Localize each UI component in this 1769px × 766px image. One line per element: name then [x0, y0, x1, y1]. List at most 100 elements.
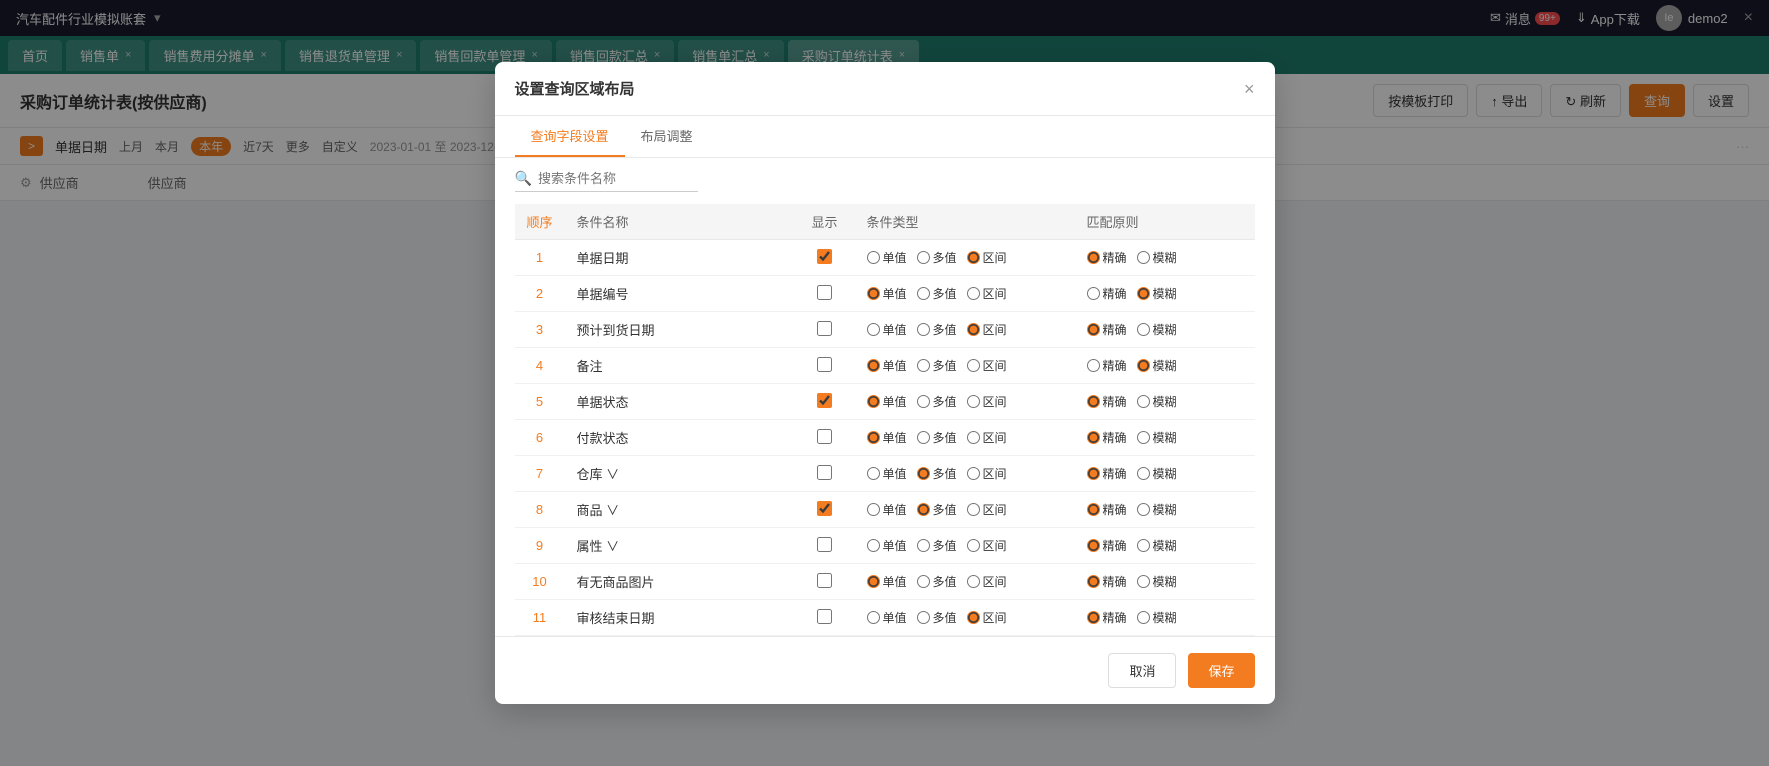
- show-checkbox[interactable]: [817, 357, 832, 372]
- radio-match-fuzzy[interactable]: 模糊: [1137, 465, 1177, 482]
- radio-match-exact[interactable]: 精确: [1087, 465, 1127, 482]
- radio-type-single[interactable]: 单值: [867, 573, 907, 590]
- radio-type-range[interactable]: 区间: [967, 285, 1007, 302]
- row-name: 商品 ∨: [565, 492, 795, 528]
- radio-type-range[interactable]: 区间: [967, 429, 1007, 446]
- show-checkbox[interactable]: [817, 285, 832, 300]
- row-type: 单值多值区间: [855, 384, 1075, 420]
- header-match: 匹配原则: [1075, 204, 1255, 240]
- row-show[interactable]: [795, 312, 855, 348]
- row-show[interactable]: [795, 600, 855, 636]
- row-show[interactable]: [795, 420, 855, 456]
- show-checkbox[interactable]: [817, 321, 832, 336]
- radio-match-fuzzy[interactable]: 模糊: [1137, 393, 1177, 410]
- row-show[interactable]: [795, 276, 855, 312]
- radio-type-multi[interactable]: 多值: [917, 285, 957, 302]
- row-show[interactable]: [795, 240, 855, 276]
- row-show[interactable]: [795, 348, 855, 384]
- radio-type-multi[interactable]: 多值: [917, 573, 957, 590]
- radio-match-exact[interactable]: 精确: [1087, 393, 1127, 410]
- radio-type-multi[interactable]: 多值: [917, 609, 957, 626]
- radio-type-multi[interactable]: 多值: [917, 501, 957, 518]
- dialog-tab-query-fields[interactable]: 查询字段设置: [515, 116, 625, 157]
- radio-match-fuzzy[interactable]: 模糊: [1137, 429, 1177, 446]
- radio-type-range[interactable]: 区间: [967, 249, 1007, 266]
- row-name: 备注: [565, 348, 795, 384]
- radio-type-range[interactable]: 区间: [967, 537, 1007, 554]
- row-match: 精确模糊: [1075, 564, 1255, 600]
- row-show[interactable]: [795, 384, 855, 420]
- show-checkbox[interactable]: [817, 501, 832, 516]
- radio-type-single[interactable]: 单值: [867, 609, 907, 626]
- radio-type-multi[interactable]: 多值: [917, 357, 957, 374]
- radio-type-single[interactable]: 单值: [867, 465, 907, 482]
- radio-type-range[interactable]: 区间: [967, 609, 1007, 626]
- save-button[interactable]: 保存: [1188, 653, 1254, 688]
- row-order: 9: [515, 528, 565, 564]
- radio-match-fuzzy[interactable]: 模糊: [1137, 537, 1177, 554]
- row-match: 精确模糊: [1075, 528, 1255, 564]
- radio-match-exact[interactable]: 精确: [1087, 609, 1127, 626]
- radio-match-exact[interactable]: 精确: [1087, 249, 1127, 266]
- radio-match-fuzzy[interactable]: 模糊: [1137, 501, 1177, 518]
- radio-type-multi[interactable]: 多值: [917, 537, 957, 554]
- radio-type-range[interactable]: 区间: [967, 573, 1007, 590]
- radio-type-multi[interactable]: 多值: [917, 393, 957, 410]
- radio-type-multi[interactable]: 多值: [917, 429, 957, 446]
- row-show[interactable]: [795, 528, 855, 564]
- show-checkbox[interactable]: [817, 429, 832, 444]
- show-checkbox[interactable]: [817, 393, 832, 408]
- radio-type-range[interactable]: 区间: [967, 321, 1007, 338]
- radio-match-fuzzy[interactable]: 模糊: [1137, 321, 1177, 338]
- radio-match-fuzzy[interactable]: 模糊: [1137, 285, 1177, 302]
- row-match: 精确模糊: [1075, 492, 1255, 528]
- row-show[interactable]: [795, 456, 855, 492]
- radio-match-exact[interactable]: 精确: [1087, 537, 1127, 554]
- radio-match-fuzzy[interactable]: 模糊: [1137, 357, 1177, 374]
- radio-match-exact[interactable]: 精确: [1087, 501, 1127, 518]
- radio-match-exact[interactable]: 精确: [1087, 357, 1127, 374]
- radio-type-single[interactable]: 单值: [867, 393, 907, 410]
- radio-type-range[interactable]: 区间: [967, 501, 1007, 518]
- row-order: 7: [515, 456, 565, 492]
- search-input[interactable]: [538, 171, 698, 186]
- radio-type-multi[interactable]: 多值: [917, 249, 957, 266]
- show-checkbox[interactable]: [817, 465, 832, 480]
- radio-type-single[interactable]: 单值: [867, 321, 907, 338]
- modal-overlay: 设置查询区域布局 × 查询字段设置 布局调整 🔍 顺序: [0, 0, 1769, 766]
- show-checkbox[interactable]: [817, 537, 832, 552]
- radio-match-fuzzy[interactable]: 模糊: [1137, 609, 1177, 626]
- row-order: 8: [515, 492, 565, 528]
- show-checkbox[interactable]: [817, 609, 832, 624]
- row-name: 有无商品图片: [565, 564, 795, 600]
- radio-type-single[interactable]: 单值: [867, 501, 907, 518]
- radio-type-single[interactable]: 单值: [867, 249, 907, 266]
- row-name: 单据编号: [565, 276, 795, 312]
- radio-match-exact[interactable]: 精确: [1087, 429, 1127, 446]
- radio-type-single[interactable]: 单值: [867, 537, 907, 554]
- radio-match-fuzzy[interactable]: 模糊: [1137, 249, 1177, 266]
- radio-type-multi[interactable]: 多值: [917, 321, 957, 338]
- radio-type-single[interactable]: 单值: [867, 357, 907, 374]
- table-row: 1单据日期单值多值区间精确模糊: [515, 240, 1255, 276]
- radio-match-exact[interactable]: 精确: [1087, 573, 1127, 590]
- search-icon: 🔍: [515, 170, 532, 187]
- row-show[interactable]: [795, 564, 855, 600]
- row-type: 单值多值区间: [855, 564, 1075, 600]
- row-show[interactable]: [795, 492, 855, 528]
- radio-type-single[interactable]: 单值: [867, 429, 907, 446]
- radio-type-range[interactable]: 区间: [967, 393, 1007, 410]
- radio-match-fuzzy[interactable]: 模糊: [1137, 573, 1177, 590]
- dialog-close-button[interactable]: ×: [1244, 80, 1255, 98]
- radio-type-multi[interactable]: 多值: [917, 465, 957, 482]
- show-checkbox[interactable]: [817, 249, 832, 264]
- radio-type-single[interactable]: 单值: [867, 285, 907, 302]
- show-checkbox[interactable]: [817, 573, 832, 588]
- cancel-button[interactable]: 取消: [1108, 653, 1176, 688]
- row-name: 单据日期: [565, 240, 795, 276]
- radio-match-exact[interactable]: 精确: [1087, 321, 1127, 338]
- radio-type-range[interactable]: 区间: [967, 465, 1007, 482]
- radio-match-exact[interactable]: 精确: [1087, 285, 1127, 302]
- dialog-tab-layout[interactable]: 布局调整: [625, 116, 709, 157]
- radio-type-range[interactable]: 区间: [967, 357, 1007, 374]
